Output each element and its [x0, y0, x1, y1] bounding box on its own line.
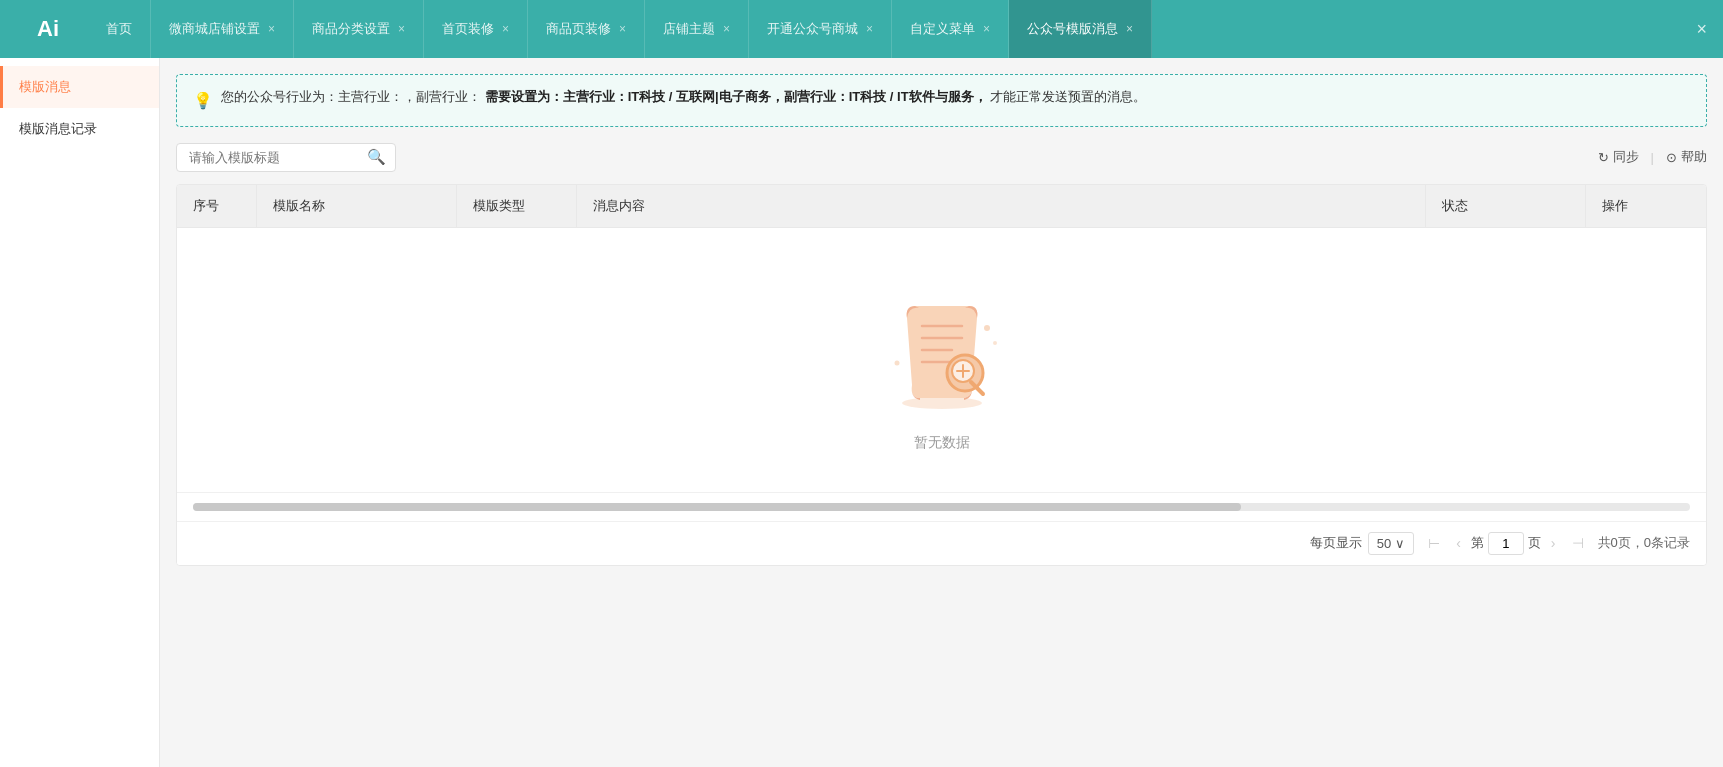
- nav-tab-close-menu[interactable]: ×: [983, 22, 990, 36]
- page-size-select: 每页显示 50 ∨: [1310, 532, 1414, 555]
- sync-icon: ↻: [1598, 150, 1609, 165]
- notice-highlight: 需要设置为：主营行业：IT科技 / 互联网|电子商务，副营行业：IT科技 / I…: [485, 89, 987, 104]
- pagination: 每页显示 50 ∨ ⊢ ‹ 第 页 › ⊣ 共0页，0条记录: [177, 521, 1706, 565]
- nav-tab-close-template[interactable]: ×: [1126, 22, 1133, 36]
- svg-point-10: [984, 325, 990, 331]
- nav-tab-menu[interactable]: 自定义菜单×: [892, 0, 1009, 58]
- main-layout: 模版消息模版消息记录 💡 您的公众号行业为：主营行业：，副营行业： 需要设置为：…: [0, 58, 1723, 767]
- nav-tab-close-product[interactable]: ×: [619, 22, 626, 36]
- top-nav: Ai 首页微商城店铺设置×商品分类设置×首页装修×商品页装修×店铺主题×开通公众…: [0, 0, 1723, 58]
- nav-tab-mall[interactable]: 开通公众号商城×: [749, 0, 892, 58]
- scrollbar-area: [177, 492, 1706, 521]
- sidebar-item-template-msg[interactable]: 模版消息: [0, 66, 159, 108]
- svg-point-0: [902, 397, 982, 409]
- toolbar-right: ↻ 同步 | ⊙ 帮助: [1598, 148, 1707, 166]
- page-size-dropdown[interactable]: 50 ∨: [1368, 532, 1414, 555]
- nav-tab-close-category[interactable]: ×: [398, 22, 405, 36]
- data-table: 序号模版名称模版类型消息内容状态操作: [176, 184, 1707, 566]
- nav-tab-homepage[interactable]: 首页装修×: [424, 0, 528, 58]
- nav-tab-close-weshop[interactable]: ×: [268, 22, 275, 36]
- scrollbar-thumb: [193, 503, 1241, 511]
- nav-tab-weshop[interactable]: 微商城店铺设置×: [151, 0, 294, 58]
- search-input[interactable]: [176, 143, 396, 172]
- nav-tab-product[interactable]: 商品页装修×: [528, 0, 645, 58]
- table-header-type: 模版类型: [457, 185, 577, 227]
- sidebar: 模版消息模版消息记录: [0, 58, 160, 767]
- notice-icon: 💡: [193, 88, 213, 114]
- help-button[interactable]: ⊙ 帮助: [1666, 148, 1707, 166]
- svg-point-12: [894, 360, 899, 365]
- nav-tab-template[interactable]: 公众号模版消息×: [1009, 0, 1152, 58]
- empty-illustration: [877, 288, 1007, 418]
- table-header-action: 操作: [1586, 185, 1706, 227]
- nav-tab-close-homepage[interactable]: ×: [502, 22, 509, 36]
- toolbar-divider: |: [1651, 150, 1654, 165]
- nav-tabs: 首页微商城店铺设置×商品分类设置×首页装修×商品页装修×店铺主题×开通公众号商城…: [88, 0, 1715, 58]
- empty-state: 暂无数据: [177, 228, 1706, 492]
- logo: Ai: [8, 16, 88, 42]
- sidebar-item-template-log[interactable]: 模版消息记录: [0, 108, 159, 150]
- page-label: 第: [1471, 534, 1484, 552]
- sync-label: 同步: [1613, 148, 1639, 166]
- page-input[interactable]: [1488, 532, 1524, 555]
- table-header-content: 消息内容: [577, 185, 1426, 227]
- notice-box: 💡 您的公众号行业为：主营行业：，副营行业： 需要设置为：主营行业：IT科技 /…: [176, 74, 1707, 127]
- notice-text: 您的公众号行业为：主营行业：，副营行业： 需要设置为：主营行业：IT科技 / 互…: [221, 87, 1146, 108]
- search-bar: 🔍 ↻ 同步 | ⊙ 帮助: [176, 143, 1707, 172]
- first-page-button[interactable]: ⊢: [1422, 532, 1446, 554]
- last-page-button[interactable]: ⊣: [1566, 532, 1590, 554]
- per-page-label: 每页显示: [1310, 534, 1362, 552]
- table-header-name: 模版名称: [257, 185, 457, 227]
- table-header: 序号模版名称模版类型消息内容状态操作: [177, 185, 1706, 228]
- search-input-wrap: 🔍: [176, 143, 396, 172]
- fake-scrollbar[interactable]: [193, 503, 1690, 511]
- page-total: 共0页，0条记录: [1598, 534, 1690, 552]
- chevron-down-icon: ∨: [1395, 536, 1405, 551]
- nav-tab-home[interactable]: 首页: [88, 0, 151, 58]
- help-icon: ⊙: [1666, 150, 1677, 165]
- help-label: 帮助: [1681, 148, 1707, 166]
- nav-tab-close-theme[interactable]: ×: [723, 22, 730, 36]
- nav-tab-category[interactable]: 商品分类设置×: [294, 0, 424, 58]
- notice-prefix: 您的公众号行业为：主营行业：，副营行业：: [221, 89, 481, 104]
- close-all-button[interactable]: ×: [1696, 19, 1707, 40]
- search-icon[interactable]: 🔍: [367, 148, 386, 166]
- table-header-status: 状态: [1426, 185, 1586, 227]
- nav-tab-close-mall[interactable]: ×: [866, 22, 873, 36]
- empty-svg: [877, 288, 1007, 418]
- table-header-seq: 序号: [177, 185, 257, 227]
- page-nav: ⊢ ‹ 第 页 › ⊣: [1422, 532, 1589, 555]
- empty-text: 暂无数据: [914, 434, 970, 452]
- page-size-value: 50: [1377, 536, 1391, 551]
- notice-suffix: 才能正常发送预置的消息。: [990, 89, 1146, 104]
- nav-tab-theme[interactable]: 店铺主题×: [645, 0, 749, 58]
- next-page-button[interactable]: ›: [1545, 532, 1562, 554]
- content-area: 💡 您的公众号行业为：主营行业：，副营行业： 需要设置为：主营行业：IT科技 /…: [160, 58, 1723, 767]
- svg-point-11: [993, 341, 997, 345]
- page-unit: 页: [1528, 534, 1541, 552]
- prev-page-button[interactable]: ‹: [1450, 532, 1467, 554]
- logo-text: Ai: [37, 16, 59, 42]
- sync-button[interactable]: ↻ 同步: [1598, 148, 1639, 166]
